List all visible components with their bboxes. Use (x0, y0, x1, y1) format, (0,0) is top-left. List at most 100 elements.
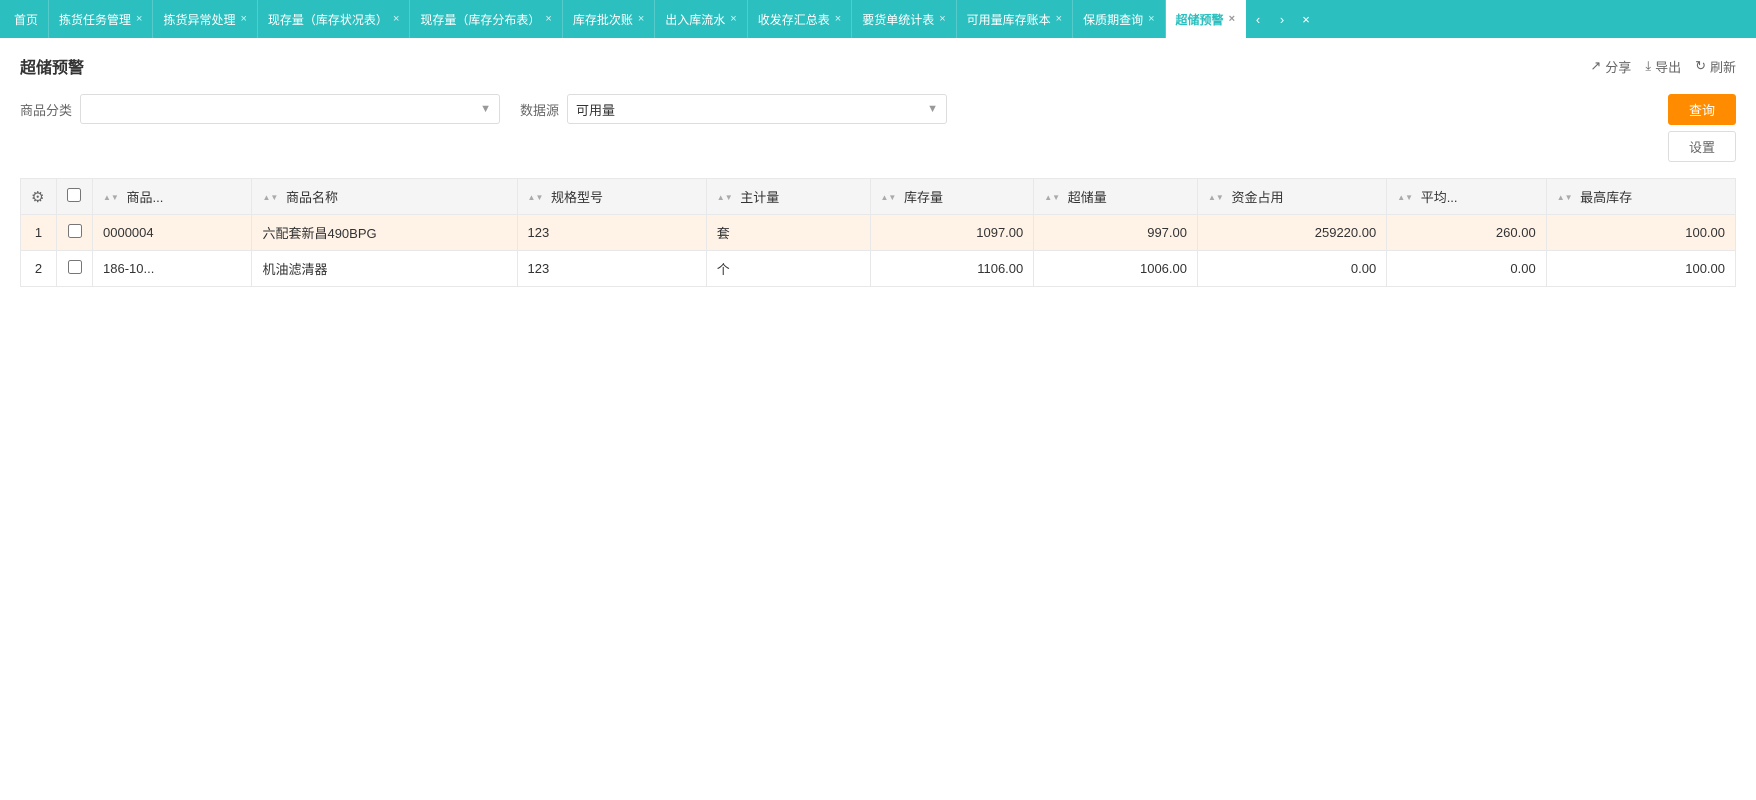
sort-icon[interactable]: ▲▼ (528, 194, 544, 203)
th-avg-label: 平均... (1421, 190, 1458, 205)
th-product-name-label: 商品名称 (286, 190, 338, 205)
th-gear: ⚙ (21, 179, 57, 215)
close-icon[interactable]: × (136, 13, 142, 25)
row-checkbox[interactable] (68, 260, 82, 274)
chevron-down-icon: ▼ (480, 103, 491, 115)
th-capital: ▲▼ 资金占用 (1197, 179, 1386, 215)
th-spec-label: 规格型号 (551, 190, 603, 205)
nav-next-arrow[interactable]: › (1270, 0, 1294, 38)
close-icon[interactable]: × (835, 13, 841, 25)
nav-tab-inout-flow[interactable]: 出入库流水 × (655, 0, 747, 38)
td-spec-1: 123 (517, 215, 706, 251)
th-unit: ▲▼ 主计量 (706, 179, 870, 215)
sort-icon[interactable]: ▲▼ (1397, 194, 1413, 203)
td-product-code-2: 186-10... (93, 251, 252, 287)
td-checkbox-1 (57, 215, 93, 251)
sort-icon[interactable]: ▲▼ (1208, 194, 1224, 203)
nav-tab-order-stats-label: 要货单统计表 (862, 11, 934, 28)
nav-tab-quality-check[interactable]: 保质期查询 × (1073, 0, 1165, 38)
export-icon: ⤓ (1645, 58, 1651, 74)
nav-tab-home-label: 首页 (14, 11, 38, 28)
nav-tab-home[interactable]: 首页 (4, 0, 49, 38)
td-over-stock-1: 997.00 (1034, 215, 1198, 251)
query-buttons: 查询 设置 (1668, 94, 1736, 162)
row-checkbox[interactable] (68, 224, 82, 238)
th-over-stock-label: 超储量 (1068, 190, 1107, 205)
th-max-stock-label: 最高库存 (1580, 190, 1632, 205)
nav-tab-overstock-label: 超储预警 (1176, 11, 1224, 28)
nav-tab-inventory-status[interactable]: 现存量（库存状况表） × (258, 0, 410, 38)
gear-icon[interactable]: ⚙ (31, 189, 44, 206)
chevron-down-icon: ▼ (927, 103, 938, 115)
sort-icon[interactable]: ▲▼ (103, 194, 119, 203)
nav-tab-recv-send-label: 收发存汇总表 (758, 11, 830, 28)
close-icon[interactable]: × (1229, 13, 1235, 25)
sort-icon[interactable]: ▲▼ (881, 194, 897, 203)
nav-tab-abnormal-label: 拣货异常处理 (163, 11, 235, 28)
datasource-select-value: 可用量 (576, 100, 615, 119)
sort-icon[interactable]: ▲▼ (262, 194, 278, 203)
nav-tab-order-stats[interactable]: 要货单统计表 × (852, 0, 956, 38)
nav-tab-batch-account[interactable]: 库存批次账 × (563, 0, 655, 38)
table-header-row: ⚙ ▲▼ 商品... ▲▼ 商品名称 ▲▼ 规格型号 ▲▼ (21, 179, 1736, 215)
refresh-button[interactable]: ↻ 刷新 (1695, 57, 1736, 76)
datasource-select[interactable]: 可用量 ▼ (567, 94, 947, 124)
nav-tab-available-account[interactable]: 可用量库存账本 × (957, 0, 1073, 38)
table-row: 2 186-10... 机油滤清器 123 个 1106.00 1006.00 … (21, 251, 1736, 287)
close-icon[interactable]: × (638, 13, 644, 25)
refresh-icon: ↻ (1695, 58, 1706, 74)
th-over-stock: ▲▼ 超储量 (1034, 179, 1198, 215)
category-select[interactable]: ▼ (80, 94, 500, 124)
top-navigation: 首页 拣货任务管理 × 拣货异常处理 × 现存量（库存状况表） × 现存量（库存… (0, 0, 1756, 38)
table-row: 1 0000004 六配套新昌490BPG 123 套 1097.00 997.… (21, 215, 1736, 251)
close-icon[interactable]: × (1056, 13, 1062, 25)
nav-tab-recv-send[interactable]: 收发存汇总表 × (748, 0, 852, 38)
td-unit-2: 个 (706, 251, 870, 287)
nav-prev-arrow[interactable]: ‹ (1246, 0, 1270, 38)
category-label: 商品分类 (20, 100, 72, 119)
datasource-filter: 数据源 可用量 ▼ (520, 94, 947, 124)
td-max-stock-1: 100.00 (1546, 215, 1735, 251)
td-max-stock-2: 100.00 (1546, 251, 1735, 287)
th-spec: ▲▼ 规格型号 (517, 179, 706, 215)
page-actions: ↗ 分享 ⤓ 导出 ↻ 刷新 (1590, 57, 1736, 76)
sort-icon[interactable]: ▲▼ (1557, 194, 1573, 203)
close-icon[interactable]: × (545, 13, 551, 25)
close-icon[interactable]: × (1148, 13, 1154, 25)
settings-button[interactable]: 设置 (1668, 131, 1736, 162)
share-icon: ↗ (1590, 58, 1601, 74)
td-product-name-2: 机油滤清器 (252, 251, 517, 287)
sort-icon[interactable]: ▲▼ (717, 194, 733, 203)
nav-tab-inventory-dist[interactable]: 现存量（库存分布表） × (410, 0, 562, 38)
page-content: 超储预警 ↗ 分享 ⤓ 导出 ↻ 刷新 商品分类 ▼ (0, 38, 1756, 800)
td-product-code-1: 0000004 (93, 215, 252, 251)
td-unit-1: 套 (706, 215, 870, 251)
close-icon[interactable]: × (939, 13, 945, 25)
export-button[interactable]: ⤓ 导出 (1645, 57, 1681, 76)
td-capital-1: 259220.00 (1197, 215, 1386, 251)
td-avg-1: 260.00 (1387, 215, 1546, 251)
nav-tab-inout-flow-label: 出入库流水 (665, 11, 725, 28)
td-over-stock-2: 1006.00 (1034, 251, 1198, 287)
sort-icon[interactable]: ▲▼ (1044, 194, 1060, 203)
page-header: 超储预警 ↗ 分享 ⤓ 导出 ↻ 刷新 (20, 54, 1736, 78)
td-product-name-1: 六配套新昌490BPG (252, 215, 517, 251)
nav-close-arrow[interactable]: × (1294, 0, 1318, 38)
close-icon[interactable]: × (240, 13, 246, 25)
select-all-checkbox[interactable] (67, 188, 81, 202)
close-icon[interactable]: × (393, 13, 399, 25)
th-stock-label: 库存量 (904, 190, 943, 205)
share-button[interactable]: ↗ 分享 (1590, 57, 1631, 76)
nav-tab-batch-account-label: 库存批次账 (573, 11, 633, 28)
nav-tab-task-mgmt[interactable]: 拣货任务管理 × (49, 0, 153, 38)
page-title: 超储预警 (20, 54, 84, 78)
nav-tab-overstock[interactable]: 超储预警 × (1166, 0, 1246, 38)
nav-tab-inventory-dist-label: 现存量（库存分布表） (420, 11, 540, 28)
nav-tab-abnormal[interactable]: 拣货异常处理 × (153, 0, 257, 38)
th-product-code: ▲▼ 商品... (93, 179, 252, 215)
close-icon[interactable]: × (730, 13, 736, 25)
th-max-stock: ▲▼ 最高库存 (1546, 179, 1735, 215)
td-spec-2: 123 (517, 251, 706, 287)
th-capital-label: 资金占用 (1231, 190, 1283, 205)
query-button[interactable]: 查询 (1668, 94, 1736, 125)
